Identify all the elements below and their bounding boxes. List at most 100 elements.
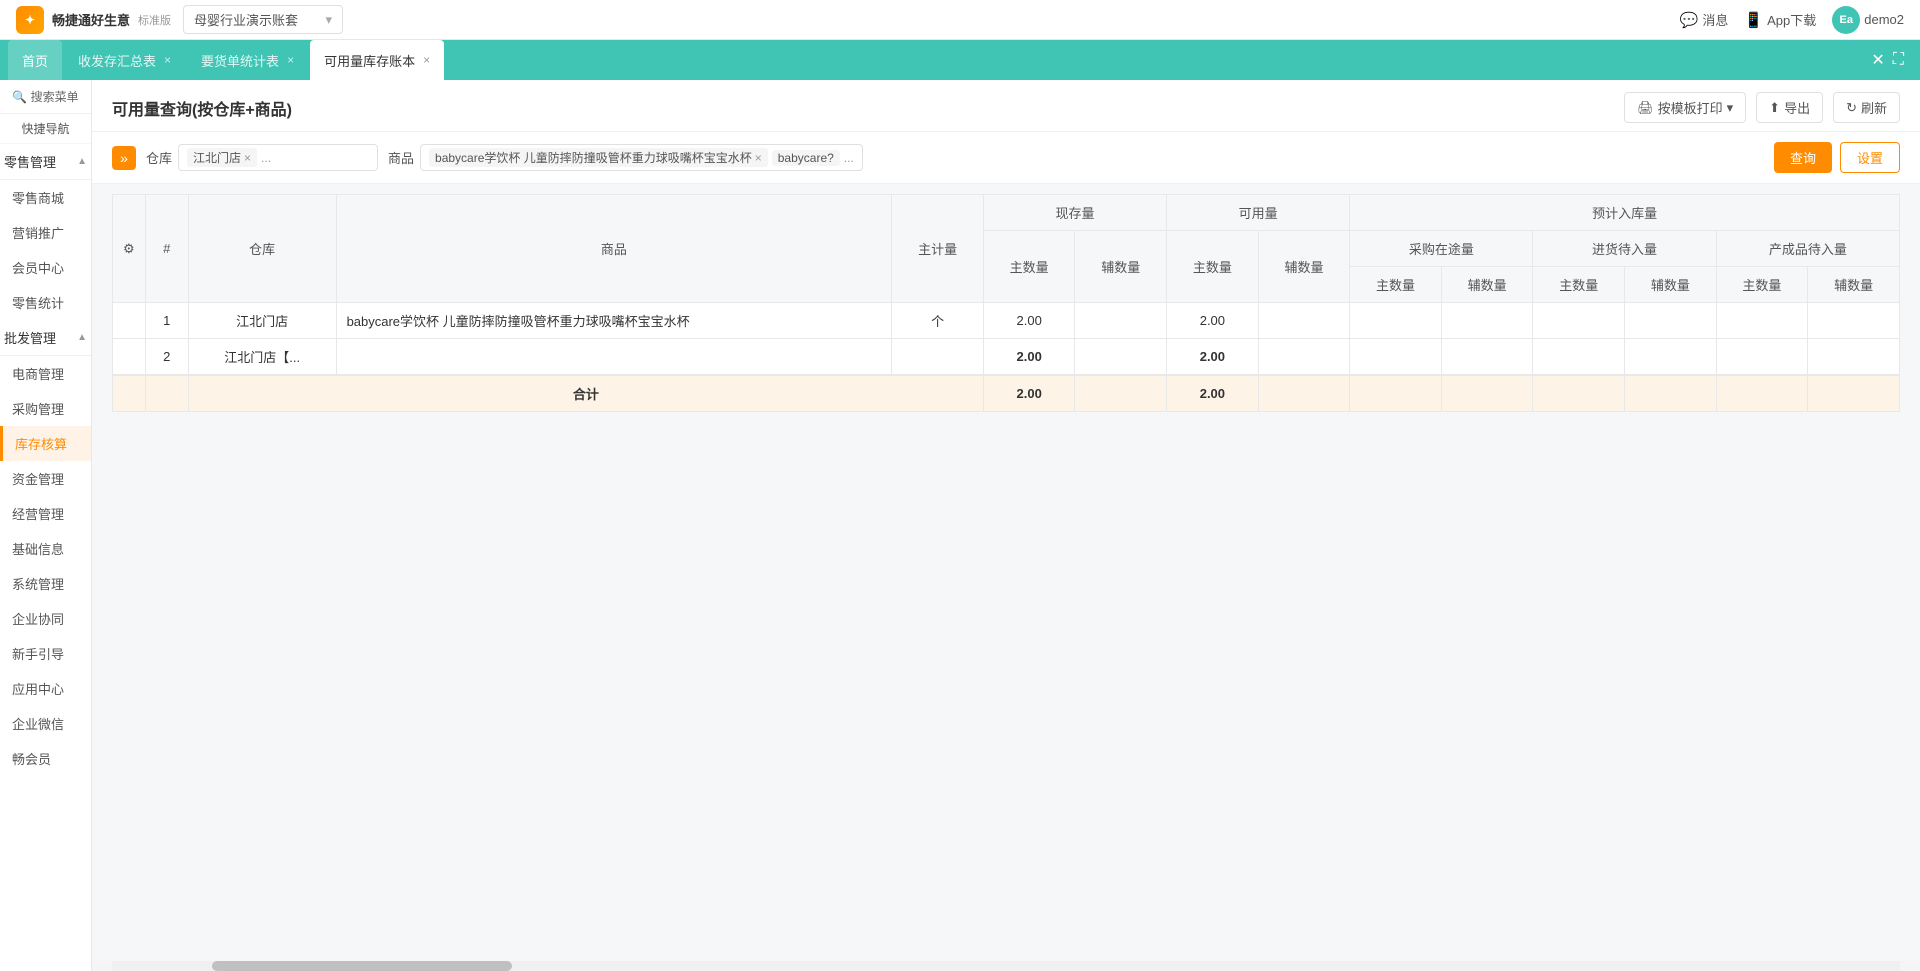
sidebar-section-wholesale[interactable]: 批发管理 ▲ [0,320,91,356]
sidebar-quick-nav[interactable]: 快捷导航 [0,114,91,144]
th-inbound-group: 进货待入量 [1533,231,1716,267]
export-btn[interactable]: ⬆ 导出 [1756,92,1823,123]
product-tag-babycare-remove[interactable]: × [755,151,762,165]
onboarding-label: 新手引导 [12,647,64,662]
product-filter-group: 商品 babycare学饮杯 儿童防摔防撞吸管杯重力球吸嘴杯宝宝水杯 × bab… [388,144,863,171]
download-item[interactable]: 📱 App下载 [1744,10,1816,29]
tab-receivables-close[interactable]: × [164,53,171,67]
footer-empty1 [113,375,146,412]
filter-area: » 仓库 江北门店 × ... 商品 babycare学饮杯 儿童防摔防撞吸管杯… [92,132,1920,184]
tab-requisition-close[interactable]: × [287,53,294,67]
settings-btn[interactable]: 设置 [1840,142,1900,173]
sidebar-item-inventory[interactable]: 库存核算 [0,426,91,461]
row2-stock-main: 2.00 [983,339,1075,376]
sidebar-item-ecommerce[interactable]: 电商管理 [0,356,91,391]
sidebar-item-operations[interactable]: 经营管理 [0,496,91,531]
quick-nav-label: 快捷导航 [21,122,69,136]
tab-requisition[interactable]: 要货单统计表 × [187,40,308,80]
footer-inbound-main [1533,375,1625,412]
row2-unit [892,339,984,376]
row2-warehouse: 江北门店【... [188,339,336,376]
refresh-btn[interactable]: ↻ 刷新 [1833,92,1900,123]
sidebar-item-finance[interactable]: 资金管理 [0,461,91,496]
tab-available-stock-label: 可用量库存账本 [324,51,415,70]
user-item[interactable]: Ea demo2 [1832,6,1904,34]
main-content: 可用量查询(按仓库+商品) 🖨 按模板打印 ▾ ⬆ 导出 ↻ 刷新 » [92,80,1920,971]
row1-available-main: 2.00 [1167,303,1259,339]
tab-receivables[interactable]: 收发存汇总表 × [64,40,185,80]
retail-stats-label: 零售统计 [12,296,64,311]
message-item[interactable]: 💬 消息 [1680,10,1729,29]
member-plus-label: 畅会员 [12,752,51,767]
sidebar-item-onboarding[interactable]: 新手引导 [0,636,91,671]
members-label: 会员中心 [12,261,64,276]
row2-inbound-aux [1625,339,1717,376]
tab-requisition-label: 要货单统计表 [201,51,279,70]
sidebar-item-purchase[interactable]: 采购管理 [0,391,91,426]
download-label: App下载 [1767,10,1816,29]
row2-available-main: 2.00 [1167,339,1259,376]
nav-close-icon[interactable]: ✕ [1871,50,1884,70]
footer-purchase-main [1350,375,1442,412]
tab-home[interactable]: 首页 [8,40,62,80]
refresh-icon: ↻ [1846,100,1857,116]
wholesale-label: 批发管理 [4,328,56,347]
th-available-main: 主数量 [1167,231,1259,303]
export-icon: ⬆ [1769,100,1780,116]
sidebar-item-retail-stats[interactable]: 零售统计 [0,285,91,320]
query-btn[interactable]: 查询 [1774,142,1832,173]
warehouse-filter-more[interactable]: ... [261,151,271,165]
page-title: 可用量查询(按仓库+商品) [112,96,292,120]
footer-stock-main: 2.00 [983,375,1075,412]
row1-inbound-main [1533,303,1625,339]
warehouse-filter-group: 仓库 江北门店 × ... [146,144,378,171]
wechat-label: 企业微信 [12,717,64,732]
sidebar-item-system[interactable]: 系统管理 [0,566,91,601]
ecommerce-label: 电商管理 [12,367,64,382]
nav-tabs: 首页 收发存汇总表 × 要货单统计表 × 可用量库存账本 × ✕ ⛶ [0,40,1920,80]
template-print-btn[interactable]: 🖨 按模板打印 ▾ [1624,92,1746,123]
sidebar-item-marketing[interactable]: 营销推广 [0,215,91,250]
warehouse-filter-input[interactable]: 江北门店 × ... [178,144,378,171]
row2-product [336,339,892,376]
sidebar-item-retail-shop[interactable]: 零售商城 [0,180,91,215]
sidebar-item-app-center[interactable]: 应用中心 [0,671,91,706]
page-actions: 🖨 按模板打印 ▾ ⬆ 导出 ↻ 刷新 [1624,92,1900,123]
warehouse-tag-remove[interactable]: × [244,151,251,165]
row2-production-main [1716,339,1808,376]
tab-available-stock[interactable]: 可用量库存账本 × [310,40,444,80]
sidebar-search[interactable]: 🔍 搜索菜单 [0,80,91,114]
sidebar-item-members[interactable]: 会员中心 [0,250,91,285]
tab-available-stock-close[interactable]: × [423,53,430,67]
message-icon: 💬 [1680,11,1699,29]
product-tag-babycare2: babycare? [772,150,840,166]
search-icon: 🔍 [12,90,27,104]
th-purchase-main: 主数量 [1350,267,1442,303]
nav-expand-icon[interactable]: ⛶ [1893,51,1904,69]
footer-available-aux [1258,375,1350,412]
th-inbound-main: 主数量 [1533,267,1625,303]
top-bar: ✦ 畅捷通好生意 标准版 母婴行业演示账套 ▾ 💬 消息 📱 App下载 Ea … [0,0,1920,40]
retail-label: 零售管理 [4,152,56,171]
marketing-label: 营销推广 [12,226,64,241]
message-label: 消息 [1702,10,1728,29]
industry-selector[interactable]: 母婴行业演示账套 ▾ [183,5,343,34]
sidebar-item-wechat[interactable]: 企业微信 [0,706,91,741]
table-footer-row: 合计 2.00 2.00 [113,375,1900,412]
th-settings[interactable]: ⚙ [113,195,146,303]
footer-empty2 [145,375,188,412]
row1-available-aux [1258,303,1350,339]
dropdown-chevron-icon: ▾ [1727,100,1734,116]
row1-inbound-aux [1625,303,1717,339]
table-scrollbar-thumb[interactable] [212,961,512,971]
sidebar-section-retail[interactable]: 零售管理 ▲ [0,144,91,180]
product-filter-input[interactable]: babycare学饮杯 儿童防摔防撞吸管杯重力球吸嘴杯宝宝水杯 × babyca… [420,144,863,171]
sidebar-item-basic-info[interactable]: 基础信息 [0,531,91,566]
sidebar-item-member-plus[interactable]: 畅会员 [0,741,91,776]
expand-filter-btn[interactable]: » [112,146,136,170]
footer-purchase-aux [1441,375,1533,412]
row1-stock-main: 2.00 [983,303,1075,339]
product-filter-more[interactable]: ... [844,151,854,165]
table-scrollbar[interactable] [112,961,1900,971]
sidebar-item-enterprise[interactable]: 企业协同 [0,601,91,636]
